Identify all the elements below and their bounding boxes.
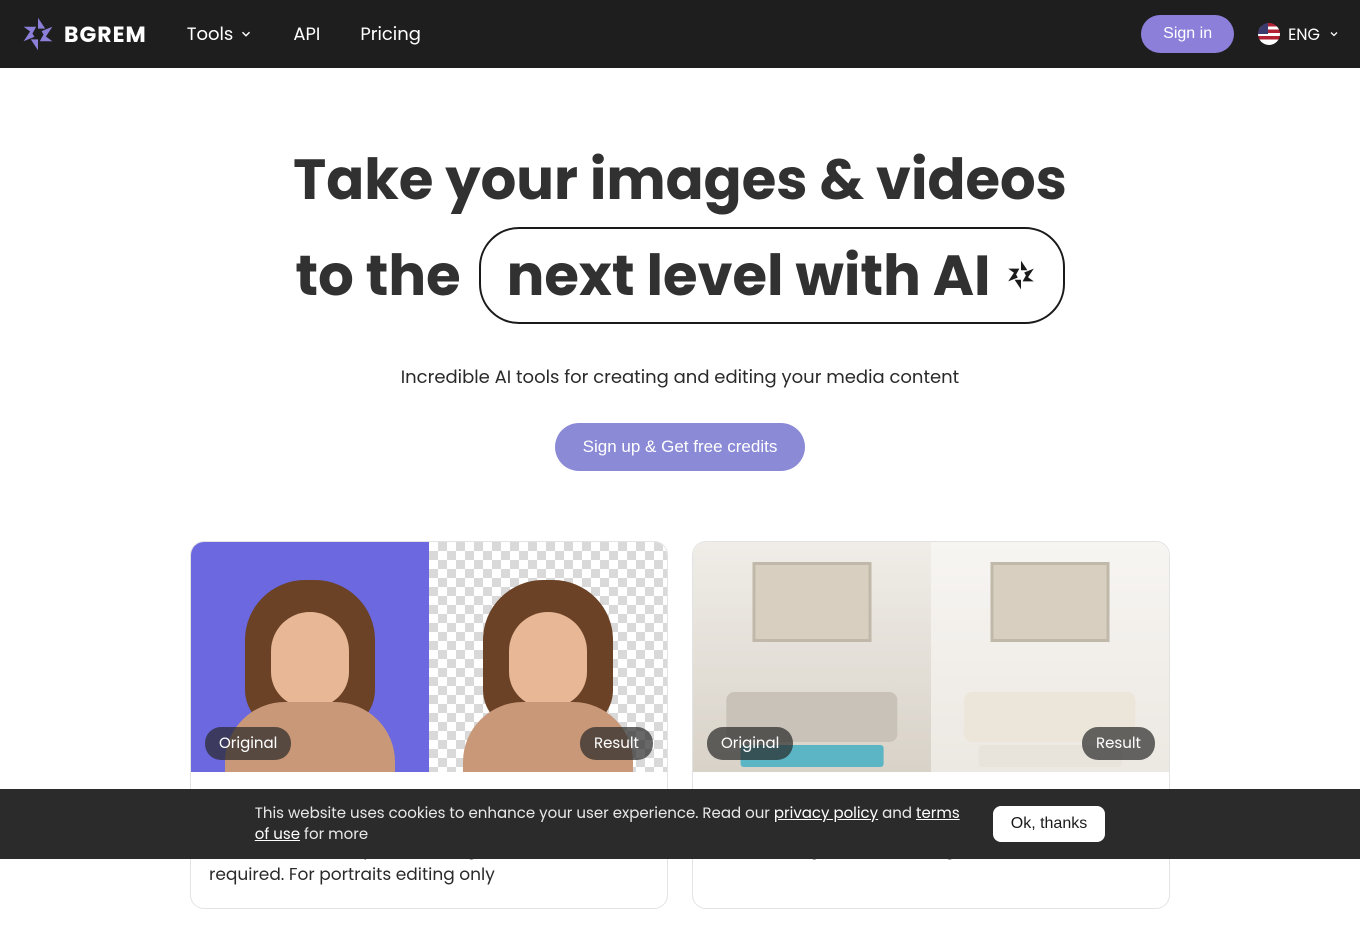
cookie-prefix: This website uses cookies to enhance you… <box>255 803 774 824</box>
hero-subtitle: Incredible AI tools for creating and edi… <box>20 364 1340 391</box>
flag-icon <box>1258 23 1280 45</box>
result-tag: Result <box>580 727 653 760</box>
nav-api[interactable]: API <box>293 21 320 48</box>
hero-line1: Take your images & videos <box>293 144 1067 217</box>
nav-pricing[interactable]: Pricing <box>360 21 421 48</box>
hero-pill: next level with AI <box>479 227 1065 324</box>
chevron-down-icon <box>239 27 253 41</box>
hero-line2-prefix: to the <box>295 233 460 318</box>
original-tag: Original <box>205 727 291 760</box>
logo-text: BGREM <box>64 18 147 51</box>
cards-grid: Original Result Background Remover Disco… <box>80 511 1280 949</box>
nav-tools-label: Tools <box>187 21 234 48</box>
aperture-icon <box>20 16 56 52</box>
cookie-suffix: for more <box>300 824 368 845</box>
card-image: Original Result <box>191 542 667 772</box>
original-tag: Original <box>707 727 793 760</box>
header-right: Sign in ENG <box>1141 15 1340 53</box>
signin-button[interactable]: Sign in <box>1141 15 1234 53</box>
cookie-mid: and <box>878 803 916 824</box>
nav-tools[interactable]: Tools <box>187 21 254 48</box>
cookie-ok-button[interactable]: Ok, thanks <box>993 806 1105 842</box>
aperture-icon <box>1005 259 1037 291</box>
lang-label: ENG <box>1288 22 1320 47</box>
hero: Take your images & videos to the next le… <box>0 68 1360 511</box>
header: BGREM Tools API Pricing Sign in ENG <box>0 0 1360 68</box>
chevron-down-icon <box>1328 28 1340 40</box>
result-tag: Result <box>1082 727 1155 760</box>
hero-line2: to the next level with AI <box>20 227 1340 324</box>
cookie-banner: This website uses cookies to enhance you… <box>0 789 1360 859</box>
cookie-text: This website uses cookies to enhance you… <box>255 803 975 845</box>
language-selector[interactable]: ENG <box>1258 22 1340 47</box>
hero-pill-text: next level with AI <box>507 233 991 318</box>
signup-cta-button[interactable]: Sign up & Get free credits <box>555 423 806 471</box>
nav: Tools API Pricing <box>187 21 421 48</box>
card-image: Original Result <box>693 542 1169 772</box>
privacy-policy-link[interactable]: privacy policy <box>774 803 878 824</box>
logo[interactable]: BGREM <box>20 16 147 52</box>
